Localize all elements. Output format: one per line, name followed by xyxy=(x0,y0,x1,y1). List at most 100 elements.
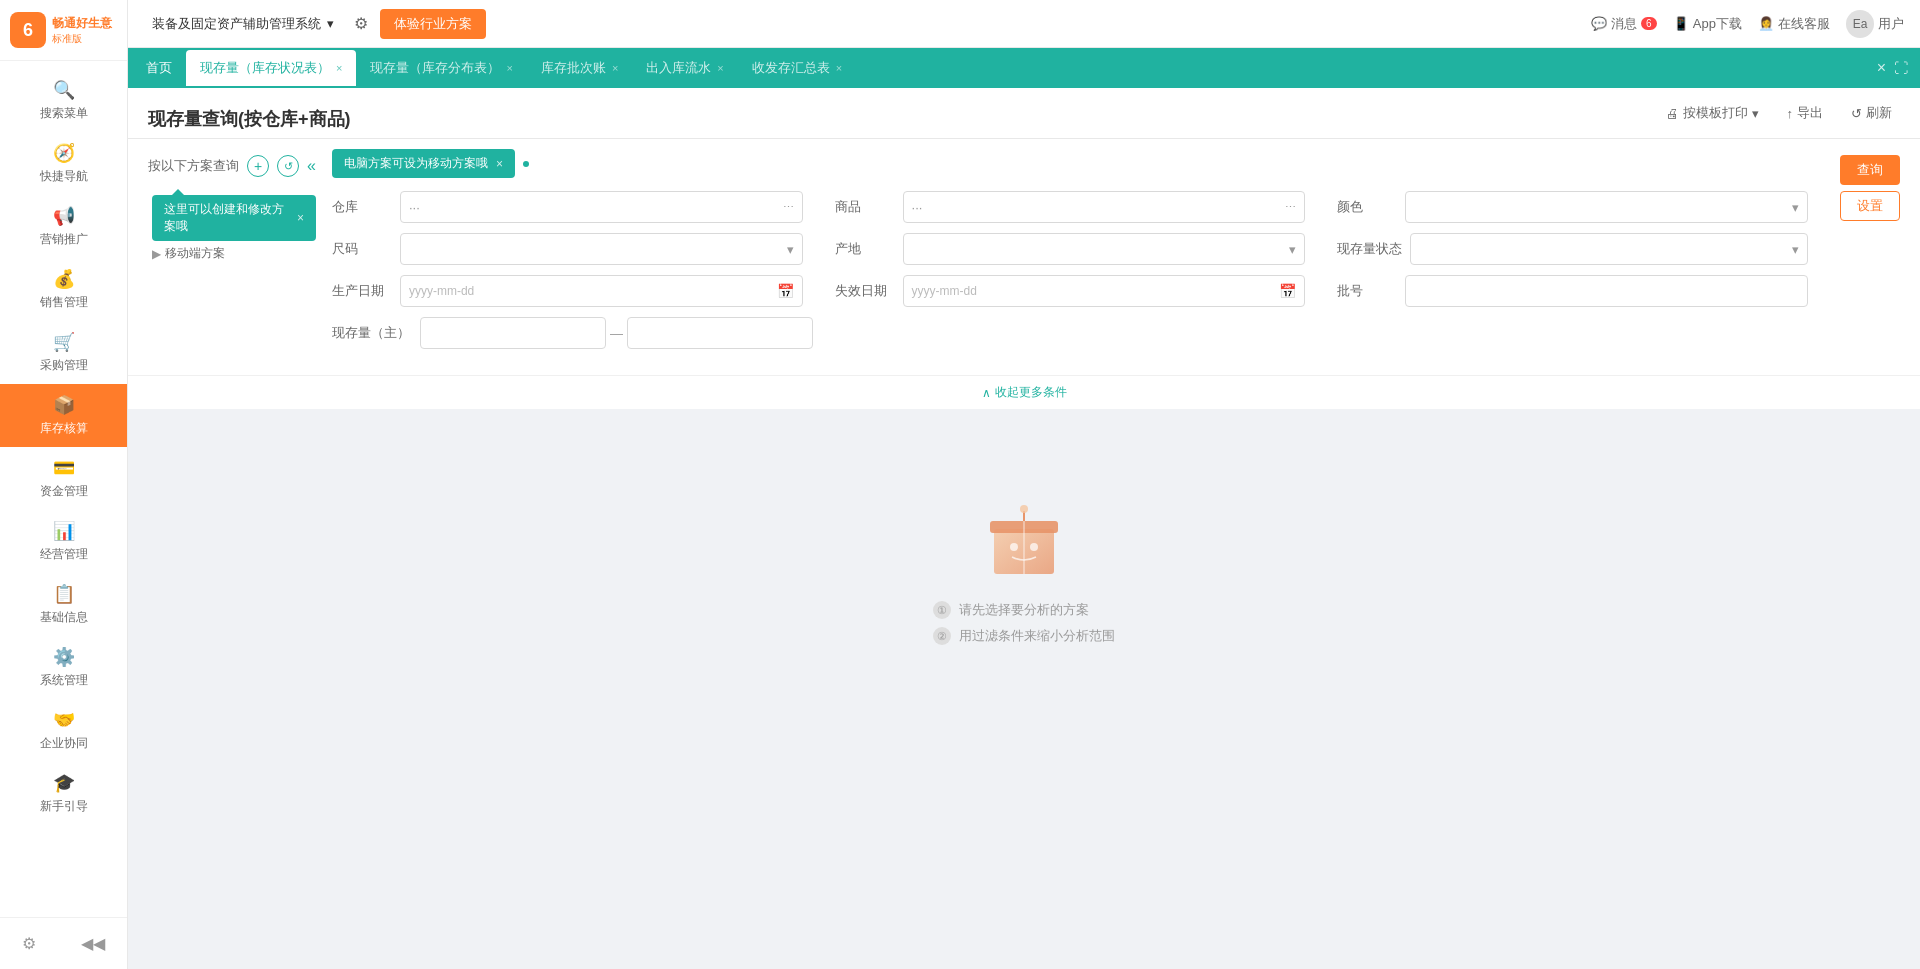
arrow-scheme-btn[interactable]: « xyxy=(307,157,316,175)
tip-text-1: 请先选择要分析的方案 xyxy=(959,601,1089,619)
tooltip1-wrapper: 电脑方案可设为移动方案哦 × xyxy=(332,149,529,178)
tab-inventory-status[interactable]: 现存量（库存状况表） × xyxy=(186,50,356,86)
origin-select[interactable]: ▾ xyxy=(903,233,1306,265)
svg-point-3 xyxy=(1010,543,1018,551)
tab-close-icon[interactable]: × xyxy=(836,62,842,74)
field-warehouse: 仓库 ··· ⋯ xyxy=(332,191,803,223)
topbar: 装备及固定资产辅助管理系统 ▾ ⚙ 体验行业方案 💬 消息 6 📱 App下载 … xyxy=(128,0,1920,48)
sidebar-item-label: 系统管理 xyxy=(40,672,88,689)
collapse-sidebar-btn[interactable]: ◀◀ xyxy=(77,930,109,957)
user-area[interactable]: Ea 用户 xyxy=(1846,10,1904,38)
collapse-bar[interactable]: ∧ 收起更多条件 xyxy=(128,375,1920,409)
sidebar-item-label: 经营管理 xyxy=(40,546,88,563)
warehouse-select[interactable]: ··· ⋯ xyxy=(400,191,803,223)
scheme-selector: 按以下方案查询 + ↺ « ▼ 电脑端方案 按照品 ▶ xyxy=(148,155,316,268)
online-service-btn[interactable]: 👩‍💼 在线客服 xyxy=(1758,15,1830,33)
dot-indicator xyxy=(523,161,529,167)
sidebar-item-newbie[interactable]: 🎓 新手引导 xyxy=(0,762,127,825)
size-select[interactable]: ▾ xyxy=(400,233,803,265)
user-name: 用户 xyxy=(1878,15,1904,33)
field-product: 商品 ··· ⋯ xyxy=(835,191,1306,223)
empty-state: ① 请先选择要分析的方案 ② 用过滤条件来缩小分析范围 xyxy=(128,409,1920,725)
produce-date-label: 生产日期 xyxy=(332,282,392,300)
chevron-down-icon: ▾ xyxy=(1752,106,1759,121)
sidebar-item-operation[interactable]: 📊 经营管理 xyxy=(0,510,127,573)
empty-tip-2: ② 用过滤条件来缩小分析范围 xyxy=(933,627,1115,645)
tooltip1-text: 电脑方案可设为移动方案哦 xyxy=(344,155,488,172)
system-nav-icon: ⚙️ xyxy=(53,646,75,668)
close-all-tabs-btn[interactable]: × xyxy=(1877,59,1886,77)
filter-row-2: 尺码 ▾ 产地 ▾ xyxy=(332,233,1808,265)
tab-summary[interactable]: 收发存汇总表 × xyxy=(738,50,856,86)
color-select[interactable]: ▾ xyxy=(1405,191,1808,223)
size-label: 尺码 xyxy=(332,240,392,258)
fullscreen-btn[interactable]: ⛶ xyxy=(1894,60,1908,76)
page-header: 现存量查询(按仓库+商品) 🖨 按模板打印 ▾ ↑ 导出 ↺ 刷新 xyxy=(128,88,1920,139)
settings-icon[interactable]: ⚙ xyxy=(354,14,368,33)
product-select[interactable]: ··· ⋯ xyxy=(903,191,1306,223)
message-badge: 6 xyxy=(1641,17,1657,30)
reset-btn[interactable]: 设置 xyxy=(1840,191,1900,221)
logo-icon: 6 xyxy=(10,12,46,48)
mobile-scheme-group[interactable]: ▶ 移动端方案 xyxy=(148,243,316,264)
sidebar-item-sales[interactable]: 💰 销售管理 xyxy=(0,258,127,321)
guide-nav-icon: 🧭 xyxy=(53,142,75,164)
stock-qty-min[interactable] xyxy=(420,317,606,349)
sidebar-item-purchase[interactable]: 🛒 采购管理 xyxy=(0,321,127,384)
batch-label: 批号 xyxy=(1337,282,1397,300)
tab-label: 库存批次账 xyxy=(541,59,606,77)
sidebar-item-label: 营销推广 xyxy=(40,231,88,248)
tab-inventory-dist[interactable]: 现存量（库存分布表） × xyxy=(356,50,526,86)
tooltip1-close[interactable]: × xyxy=(496,157,503,171)
refresh-btn[interactable]: ↺ 刷新 xyxy=(1843,100,1900,126)
trial-btn[interactable]: 体验行业方案 xyxy=(380,9,486,39)
tooltip2-close[interactable]: × xyxy=(297,211,304,225)
export-icon: ↑ xyxy=(1787,106,1794,121)
app-download-label: App下载 xyxy=(1693,15,1742,33)
sidebar-item-inventory[interactable]: 📦 库存核算 xyxy=(0,384,127,447)
sidebar-item-guide[interactable]: 🧭 快捷导航 xyxy=(0,132,127,195)
stock-status-select[interactable]: ▾ xyxy=(1410,233,1808,265)
tab-batch[interactable]: 库存批次账 × xyxy=(527,50,632,86)
sidebar-item-search[interactable]: 🔍 搜索菜单 xyxy=(0,69,127,132)
system-name: 装备及固定资产辅助管理系统 xyxy=(152,15,321,33)
add-scheme-btn[interactable]: + xyxy=(247,155,269,177)
tab-home[interactable]: 首页 xyxy=(132,50,186,86)
sidebar-item-label: 新手引导 xyxy=(40,798,88,815)
collapse-label: 收起更多条件 xyxy=(995,384,1067,401)
settings-bottom-btn[interactable]: ⚙ xyxy=(18,930,40,957)
sidebar-bottom: ⚙ ◀◀ xyxy=(0,917,127,969)
field-color: 颜色 ▾ xyxy=(1337,191,1808,223)
query-btn[interactable]: 查询 xyxy=(1840,155,1900,185)
tab-close-icon[interactable]: × xyxy=(717,62,723,74)
tab-close-icon[interactable]: × xyxy=(336,62,342,74)
page-actions: 🖨 按模板打印 ▾ ↑ 导出 ↺ 刷新 xyxy=(1658,100,1901,138)
tab-close-icon[interactable]: × xyxy=(612,62,618,74)
app-download-btn[interactable]: 📱 App下载 xyxy=(1673,15,1742,33)
sidebar-item-basic[interactable]: 📋 基础信息 xyxy=(0,573,127,636)
produce-date-input[interactable]: yyyy-mm-dd 📅 xyxy=(400,275,803,307)
batch-input[interactable] xyxy=(1405,275,1808,307)
tooltip-arrow-up xyxy=(172,189,184,195)
topbar-right: 💬 消息 6 📱 App下载 👩‍💼 在线客服 Ea 用户 xyxy=(1591,10,1904,38)
stock-qty-range: — xyxy=(420,317,813,349)
expire-date-input[interactable]: yyyy-mm-dd 📅 xyxy=(903,275,1306,307)
export-btn[interactable]: ↑ 导出 xyxy=(1779,100,1832,126)
sidebar-item-system[interactable]: ⚙️ 系统管理 xyxy=(0,636,127,699)
select-more-icon2: ⋯ xyxy=(1285,201,1296,214)
stock-qty-max[interactable] xyxy=(627,317,813,349)
message-icon: 💬 xyxy=(1591,16,1607,31)
print-btn[interactable]: 🖨 按模板打印 ▾ xyxy=(1658,100,1767,126)
sidebar-item-finance[interactable]: 💳 资金管理 xyxy=(0,447,127,510)
tab-close-icon[interactable]: × xyxy=(506,62,512,74)
search-nav-icon: 🔍 xyxy=(53,79,75,101)
marketing-nav-icon: 📢 xyxy=(53,205,75,227)
newbie-nav-icon: 🎓 xyxy=(53,772,75,794)
sidebar-item-enterprise[interactable]: 🤝 企业协同 xyxy=(0,699,127,762)
tab-flow[interactable]: 出入库流水 × xyxy=(632,50,737,86)
message-btn[interactable]: 💬 消息 6 xyxy=(1591,15,1657,33)
edit-scheme-btn[interactable]: ↺ xyxy=(277,155,299,177)
sidebar-item-marketing[interactable]: 📢 营销推广 xyxy=(0,195,127,258)
svg-point-4 xyxy=(1030,543,1038,551)
system-selector[interactable]: 装备及固定资产辅助管理系统 ▾ xyxy=(144,11,342,37)
